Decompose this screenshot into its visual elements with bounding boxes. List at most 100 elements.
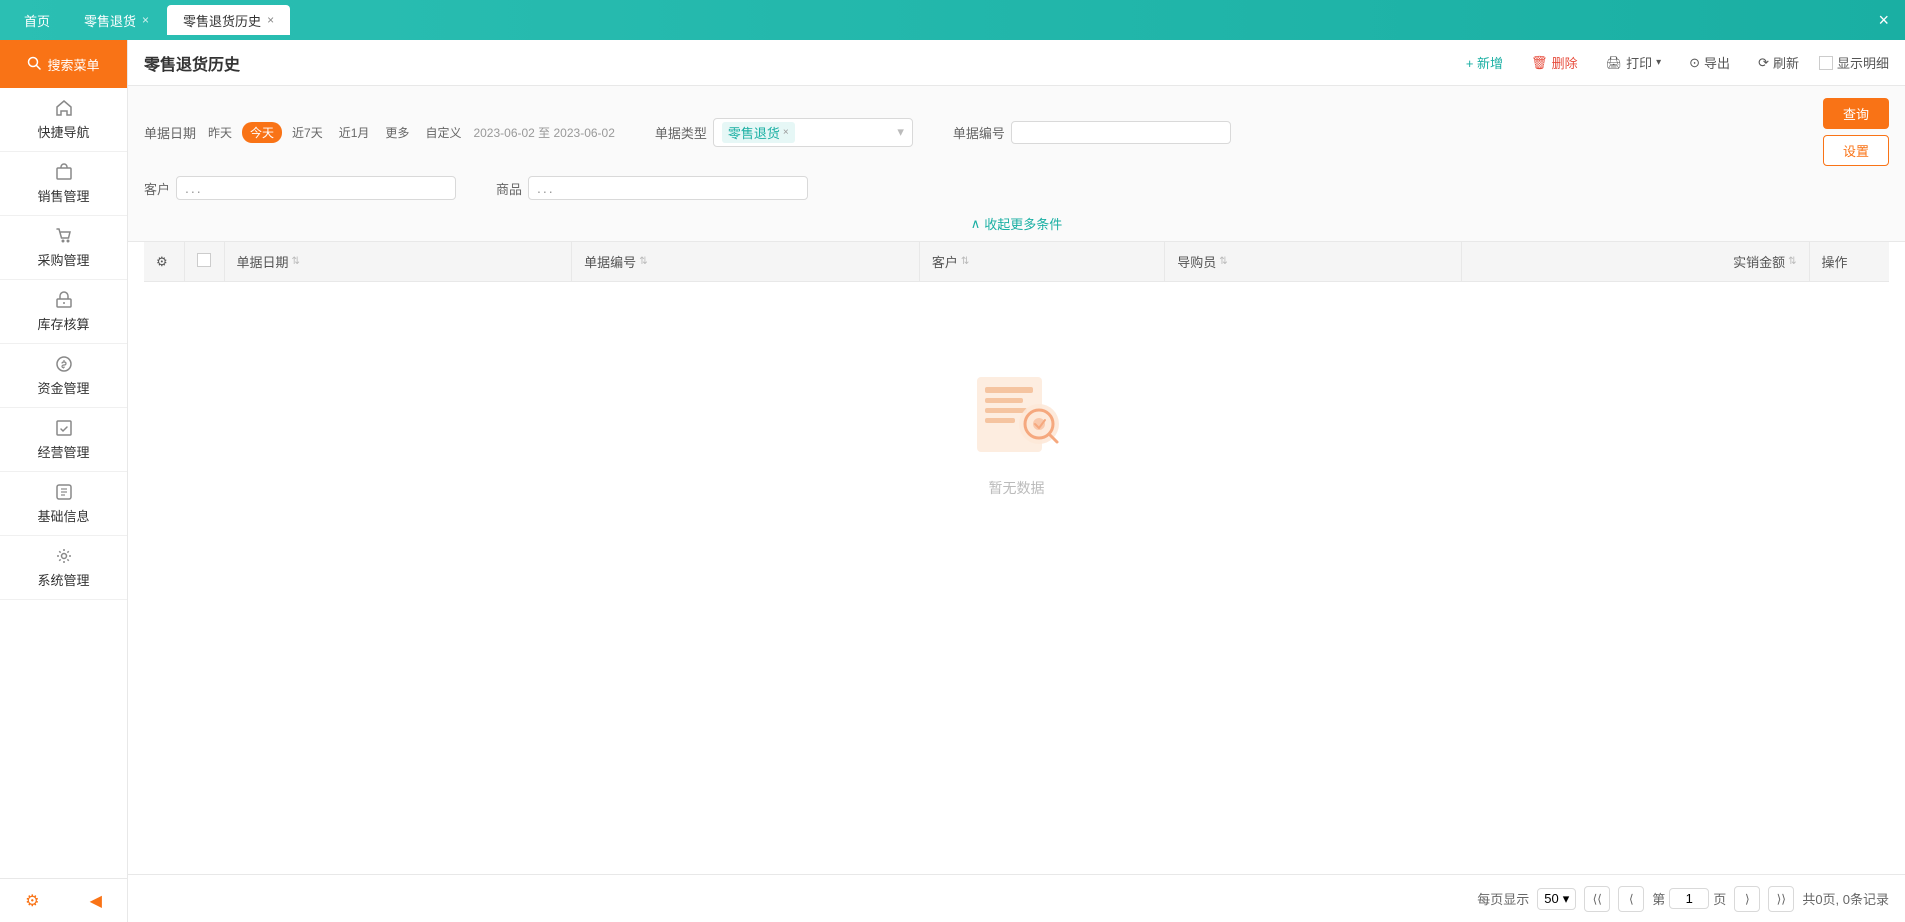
date-btn-yesterday[interactable]: 昨天 [202, 122, 238, 143]
tab-home[interactable]: 首页 [8, 5, 66, 35]
type-tag-close[interactable]: × [783, 127, 789, 138]
sidebar-bottom: ⚙ ◀ [0, 878, 127, 922]
col-customer[interactable]: 客户 ⇅ [919, 242, 1164, 282]
sidebar: 搜索菜单 快捷导航 销售管理 采购管理 [0, 40, 128, 922]
main-layout: 搜索菜单 快捷导航 销售管理 采购管理 [0, 40, 1905, 922]
type-tag: 零售退货 × [722, 122, 795, 143]
page-size-arrow: ▾ [1563, 891, 1570, 907]
date-btn-7days[interactable]: 近7天 [286, 122, 329, 143]
pagination-bar: 每页显示 50 ▾ ⟨⟨ ⟨ 第 页 ⟩ ⟩⟩ 共0页, 0条记录 [128, 874, 1905, 922]
data-table: ⚙ 单据日期 ⇅ 单据编号 [144, 242, 1889, 578]
tab-retail-return-close[interactable]: × [142, 13, 149, 27]
col-settings[interactable]: ⚙ [144, 242, 184, 282]
goods-select[interactable]: ... [528, 176, 808, 200]
delete-icon: 🗑 [1531, 55, 1548, 71]
page-header: 零售退货历史 + 新增 🗑 删除 🖨 打印 ▾ ⊙ 导出 ⟳ [128, 40, 1905, 86]
page-size-label: 每页显示 [1477, 889, 1529, 908]
sort-orderno-icon: ⇅ [639, 256, 647, 267]
display-detail-toggle[interactable]: 显示明细 [1819, 53, 1889, 72]
page-number-input[interactable] [1669, 888, 1709, 909]
filter-order-no: 单据编号 [953, 121, 1231, 144]
info-icon [54, 482, 74, 502]
date-btn-custom[interactable]: 自定义 [419, 122, 467, 143]
sidebar-search[interactable]: 搜索菜单 [0, 40, 127, 88]
sidebar-item-system[interactable]: 系统管理 [0, 536, 127, 600]
window-close-button[interactable]: × [1870, 10, 1897, 31]
sales-icon [54, 162, 74, 182]
sidebar-item-sales[interactable]: 销售管理 [0, 152, 127, 216]
empty-text: 暂无数据 [989, 478, 1045, 498]
empty-icon [957, 362, 1077, 462]
sidebar-item-quicknav[interactable]: 快捷导航 [0, 88, 127, 152]
inventory-icon [54, 290, 74, 310]
export-icon: ⊙ [1689, 55, 1700, 71]
date-range-display: 2023-06-02 至 2023-06-02 [473, 124, 614, 141]
customer-select[interactable]: ... [176, 176, 456, 200]
search-icon [27, 56, 41, 73]
table-settings-icon[interactable]: ⚙ [156, 254, 168, 269]
export-button[interactable]: ⊙ 导出 [1681, 49, 1738, 76]
col-amount[interactable]: 实销金额 ⇅ [1461, 242, 1809, 282]
type-select-arrow: ▾ [897, 124, 904, 140]
customer-dots: ... [185, 180, 203, 196]
settings-gear-icon[interactable]: ⚙ [25, 891, 39, 911]
home-icon [54, 98, 74, 118]
date-btn-more[interactable]: 更多 [379, 122, 415, 143]
col-date[interactable]: 单据日期 ⇅ [224, 242, 572, 282]
refresh-button[interactable]: ⟳ 刷新 [1750, 49, 1807, 76]
display-detail-checkbox[interactable] [1819, 56, 1833, 70]
select-all-checkbox[interactable] [197, 253, 211, 267]
filter-row-2: 客户 ... 商品 ... [144, 176, 1889, 200]
settings-button[interactable]: 设置 [1823, 135, 1889, 166]
filter-type: 单据类型 零售退货 × ▾ [655, 118, 913, 147]
sidebar-items: 快捷导航 销售管理 采购管理 库存核算 [0, 88, 127, 878]
filter-goods: 商品 ... [496, 176, 808, 200]
col-guide[interactable]: 导购员 ⇅ [1165, 242, 1462, 282]
purchase-icon [54, 226, 74, 246]
page-last-button[interactable]: ⟩⟩ [1768, 886, 1794, 912]
date-btn-today[interactable]: 今天 [242, 122, 282, 143]
date-btn-1month[interactable]: 近1月 [333, 122, 376, 143]
business-icon [54, 418, 74, 438]
filter-actions: 查询 设置 [1823, 98, 1889, 166]
order-no-input[interactable] [1011, 121, 1231, 144]
page-prev-button[interactable]: ⟨ [1618, 886, 1644, 912]
sort-date-icon: ⇅ [292, 256, 300, 267]
page-title: 零售退货历史 [144, 51, 240, 75]
print-button[interactable]: 🖨 打印 ▾ [1598, 49, 1670, 76]
sidebar-toggle-icon[interactable]: ◀ [90, 891, 102, 911]
query-button[interactable]: 查询 [1823, 98, 1889, 129]
goods-dots: ... [537, 180, 555, 196]
tab-retail-return-history-close[interactable]: × [267, 13, 274, 27]
sidebar-item-basic-info[interactable]: 基础信息 [0, 472, 127, 536]
page-first-button[interactable]: ⟨⟨ [1584, 886, 1610, 912]
system-icon [54, 546, 74, 566]
tab-retail-return[interactable]: 零售退货 × [68, 5, 165, 35]
delete-button[interactable]: 🗑 删除 [1523, 49, 1586, 76]
page-total-info: 共0页, 0条记录 [1802, 889, 1889, 908]
filter-customer: 客户 ... [144, 176, 456, 200]
add-button[interactable]: + 新增 [1458, 49, 1511, 76]
sort-guide-icon: ⇅ [1219, 256, 1227, 267]
empty-state: 暂无数据 [144, 282, 1889, 578]
sidebar-item-purchase[interactable]: 采购管理 [0, 216, 127, 280]
sidebar-item-inventory[interactable]: 库存核算 [0, 280, 127, 344]
filter-area: 单据日期 昨天 今天 近7天 近1月 更多 自定义 2023-06-02 至 2… [128, 86, 1905, 242]
filter-date: 单据日期 昨天 今天 近7天 近1月 更多 自定义 2023-06-02 至 2… [144, 122, 615, 143]
col-order-no[interactable]: 单据编号 ⇅ [572, 242, 920, 282]
tab-retail-return-history[interactable]: 零售退货历史 × [167, 5, 290, 35]
page-size-select[interactable]: 50 ▾ [1537, 888, 1576, 910]
sort-customer-icon: ⇅ [961, 256, 969, 267]
content-area: 零售退货历史 + 新增 🗑 删除 🖨 打印 ▾ ⊙ 导出 ⟳ [128, 40, 1905, 922]
sidebar-item-finance[interactable]: 资金管理 [0, 344, 127, 408]
type-select[interactable]: 零售退货 × ▾ [713, 118, 913, 147]
page-next-button[interactable]: ⟩ [1734, 886, 1760, 912]
sidebar-item-business[interactable]: 经营管理 [0, 408, 127, 472]
date-shortcuts: 昨天 今天 近7天 近1月 更多 自定义 [202, 122, 467, 143]
table-container: ⚙ 单据日期 ⇅ 单据编号 [128, 242, 1905, 874]
col-op: 操作 [1809, 242, 1889, 282]
col-checkbox[interactable] [184, 242, 224, 282]
filter-row-1: 单据日期 昨天 今天 近7天 近1月 更多 自定义 2023-06-02 至 2… [144, 98, 1889, 166]
print-icon: 🖨 [1606, 55, 1623, 71]
collapse-filter-button[interactable]: ∧ 收起更多条件 [144, 210, 1889, 241]
